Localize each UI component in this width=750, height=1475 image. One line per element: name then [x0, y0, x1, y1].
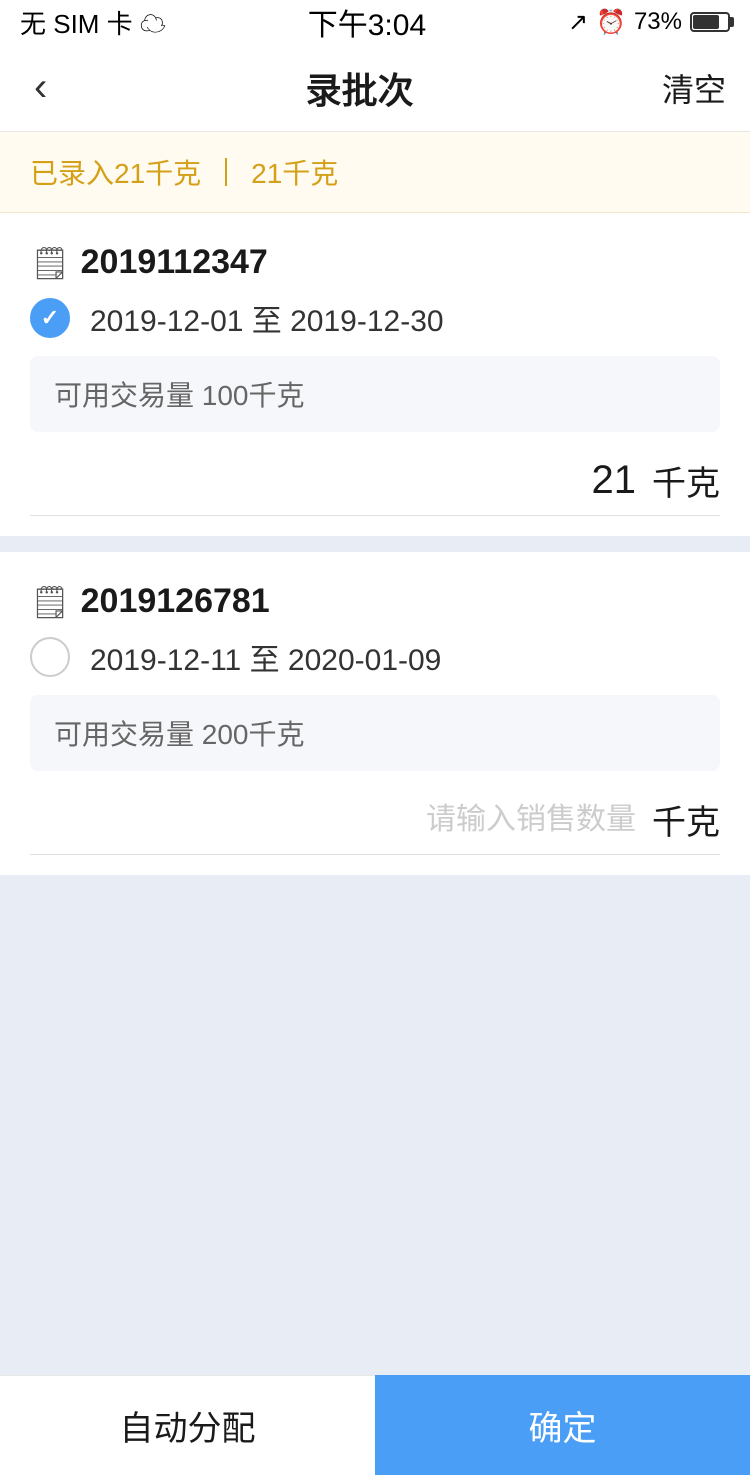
- batch-2-unit: 千克: [652, 795, 720, 844]
- status-time: 下午3:04: [308, 0, 426, 44]
- batch-1-quantity-row: 千克: [0, 432, 750, 505]
- divider: [225, 158, 227, 186]
- batch-1-date: 2019-12-01 至 2019-12-30: [90, 296, 444, 340]
- page-title: 录批次: [306, 62, 414, 114]
- batch-2-radio[interactable]: [30, 637, 70, 677]
- batch-1-quantity-input[interactable]: [516, 458, 636, 503]
- empty-area: [0, 875, 750, 1375]
- batch-2-date: 2019-12-11 至 2020-01-09: [90, 635, 441, 679]
- batch-2-quantity-input[interactable]: [396, 803, 636, 837]
- info-banner: 已录入21千克 21千克: [0, 132, 750, 213]
- status-right: ↗ ⏰ 73%: [568, 8, 730, 37]
- batch-2-id-row: 🗒 2019126781: [30, 582, 720, 621]
- auto-distribute-button[interactable]: 自动分配: [0, 1375, 375, 1475]
- batch-1-radio[interactable]: [30, 298, 70, 338]
- back-button[interactable]: ‹: [24, 55, 57, 120]
- alarm-icon: ⏰: [596, 8, 626, 37]
- batch-2-icon: 🗒: [30, 583, 71, 621]
- location-icon: ↗: [568, 8, 588, 37]
- bottom-bar: 自动分配 确定: [0, 1375, 750, 1475]
- batch-1-underline: [30, 515, 720, 516]
- batch-1-id-row: 🗒 2019112347: [30, 243, 720, 282]
- status-left: 无 SIM 卡 ☁: [20, 4, 166, 41]
- batch-2-card: 🗒 2019126781 2019-12-11 至 2020-01-09 可用交…: [0, 552, 750, 875]
- clear-button[interactable]: 清空: [662, 65, 726, 111]
- batch-2-quantity-row: 千克: [0, 771, 750, 844]
- recorded-label: 已录入21千克: [30, 152, 201, 192]
- batch-2-underline: [30, 854, 720, 855]
- recorded-value: 21千克: [251, 152, 338, 192]
- confirm-button[interactable]: 确定: [375, 1375, 750, 1475]
- status-bar: 无 SIM 卡 ☁ 下午3:04 ↗ ⏰ 73%: [0, 0, 750, 44]
- batch-2-available: 可用交易量 200千克: [30, 695, 720, 771]
- battery-icon: [690, 12, 730, 32]
- batch-1-card: 🗒 2019112347 2019-12-01 至 2019-12-30 可用交…: [0, 213, 750, 536]
- batch-1-available: 可用交易量 100千克: [30, 356, 720, 432]
- batch-1-date-row[interactable]: 2019-12-01 至 2019-12-30: [30, 296, 720, 340]
- batch-1-unit: 千克: [652, 456, 720, 505]
- batch-2-date-row[interactable]: 2019-12-11 至 2020-01-09: [30, 635, 720, 679]
- batch-1-id: 2019112347: [81, 243, 268, 282]
- section-separator-1: [0, 536, 750, 552]
- batch-2-id: 2019126781: [81, 582, 270, 621]
- signal-text: 无 SIM 卡 ☁: [20, 4, 166, 41]
- nav-bar: ‹ 录批次 清空: [0, 44, 750, 132]
- batch-1-icon: 🗒: [30, 244, 71, 282]
- battery-percent: 73%: [634, 8, 682, 36]
